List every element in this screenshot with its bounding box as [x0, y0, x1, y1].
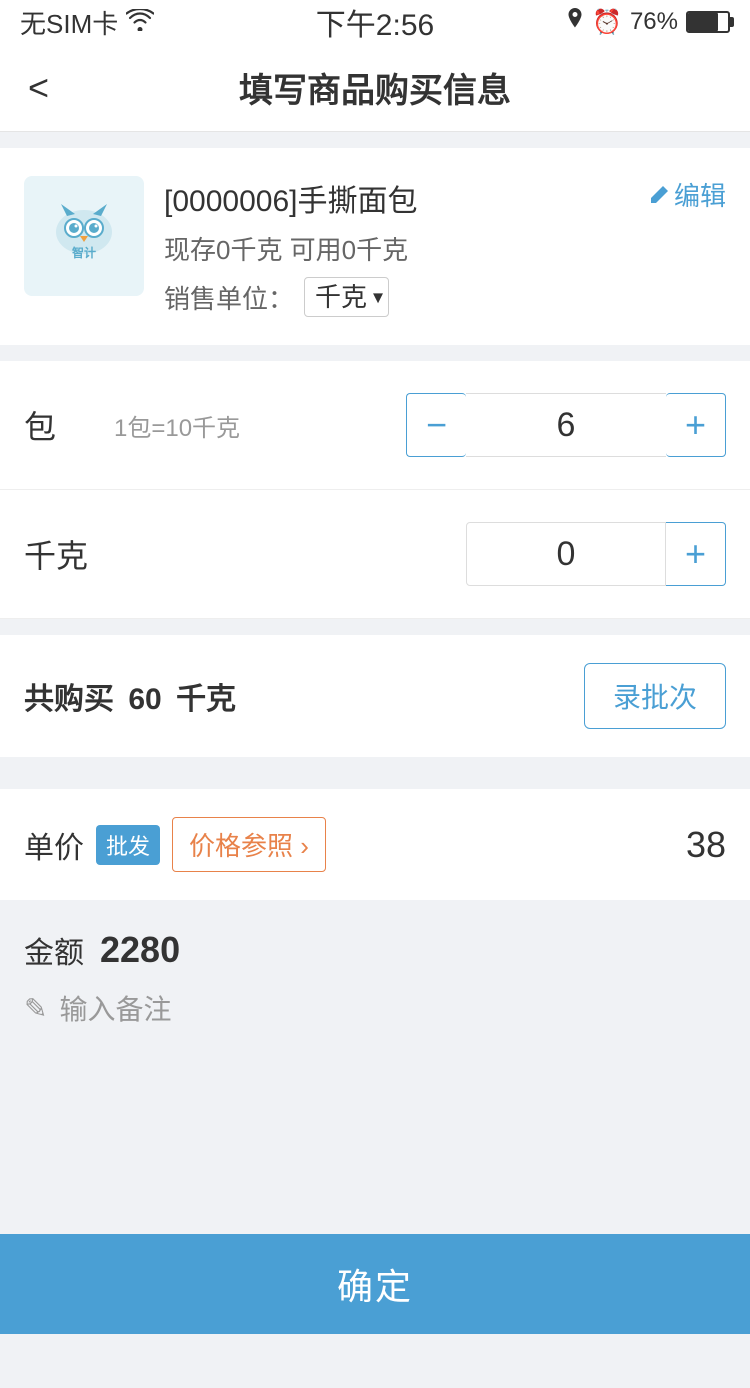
batch-button[interactable]: 录批次: [584, 663, 726, 729]
unit-select[interactable]: 千克 包: [304, 277, 389, 317]
product-info: [0000006]手撕面包 编辑 现存0千克 可用0千克 销售单位： 千克 包: [164, 176, 726, 317]
separator-2: [0, 619, 750, 635]
confirm-button[interactable]: 确定: [0, 1234, 750, 1334]
quantity-row-kg: 千克 +: [0, 490, 750, 619]
note-text: 输入备注: [59, 988, 171, 1028]
price-label-group: 单价 批发 价格参照 ›: [24, 817, 326, 872]
separator-1: [0, 345, 750, 361]
price-ref-button[interactable]: 价格参照 ›: [172, 817, 326, 872]
note-icon: ✎: [24, 992, 47, 1025]
amount-section: 金额 2280 ✎ 输入备注: [0, 900, 750, 1048]
amount-label: 金额: [24, 928, 84, 972]
amount-value: 2280: [100, 929, 180, 971]
status-left: 无SIM卡: [20, 4, 154, 41]
price-value: 38: [686, 824, 726, 866]
bao-minus-button[interactable]: −: [406, 393, 466, 457]
bao-plus-button[interactable]: +: [666, 393, 726, 457]
unit-label: 销售单位：: [164, 279, 294, 316]
total-text: 共购买 60 千克: [24, 674, 236, 718]
price-label: 单价: [24, 823, 84, 867]
wifi-icon: [126, 7, 154, 38]
battery-icon: [686, 11, 730, 33]
status-time: 下午2:56: [316, 0, 434, 44]
edit-button[interactable]: 编辑: [648, 176, 726, 213]
alarm-icon: ⏰: [592, 8, 622, 37]
bao-controls: − +: [406, 393, 726, 457]
bao-hint: 1包=10千克: [114, 408, 406, 443]
bottom-area: [0, 1048, 750, 1388]
status-bar: 无SIM卡 下午2:56 ⏰ 76%: [0, 0, 750, 44]
quantity-section: 包 1包=10千克 − + 千克 +: [0, 361, 750, 619]
total-row: 共购买 60 千克 录批次: [0, 635, 750, 757]
location-icon: [566, 8, 584, 37]
back-button[interactable]: <: [28, 67, 49, 109]
product-logo: 智计: [49, 200, 119, 272]
unit-select-wrap[interactable]: 千克 包: [304, 277, 389, 317]
status-right: ⏰ 76%: [566, 8, 730, 37]
product-unit-row: 销售单位： 千克 包: [164, 277, 726, 317]
product-card: 智计 [0000006]手撕面包 编辑 现存0千克 可用0千克 销售单位： 千克…: [0, 148, 750, 345]
bao-quantity-input[interactable]: [466, 393, 666, 457]
product-name: [0000006]手撕面包: [164, 176, 648, 220]
kg-label: 千克: [24, 531, 104, 577]
bao-label: 包: [24, 402, 104, 448]
kg-controls: +: [466, 522, 726, 586]
product-stock: 现存0千克 可用0千克: [164, 230, 726, 267]
price-section: 单价 批发 价格参照 › 38: [0, 789, 750, 900]
product-image: 智计: [24, 176, 144, 296]
batch-tag: 批发: [96, 825, 160, 865]
battery-text: 76%: [630, 8, 678, 36]
product-header: [0000006]手撕面包 编辑: [164, 176, 726, 220]
separator-3: [0, 757, 750, 773]
page-title: 填写商品购买信息: [239, 63, 511, 112]
price-row: 单价 批发 价格参照 › 38: [24, 817, 726, 872]
note-row[interactable]: ✎ 输入备注: [24, 988, 726, 1028]
nav-bar: < 填写商品购买信息: [0, 44, 750, 132]
kg-quantity-input[interactable]: [466, 522, 666, 586]
quantity-row-bao: 包 1包=10千克 − +: [0, 361, 750, 490]
carrier-text: 无SIM卡: [20, 4, 118, 41]
kg-plus-button[interactable]: +: [666, 522, 726, 586]
svg-text:智计: 智计: [71, 245, 96, 260]
total-value: 60: [128, 683, 161, 716]
amount-row: 金额 2280: [24, 928, 726, 972]
